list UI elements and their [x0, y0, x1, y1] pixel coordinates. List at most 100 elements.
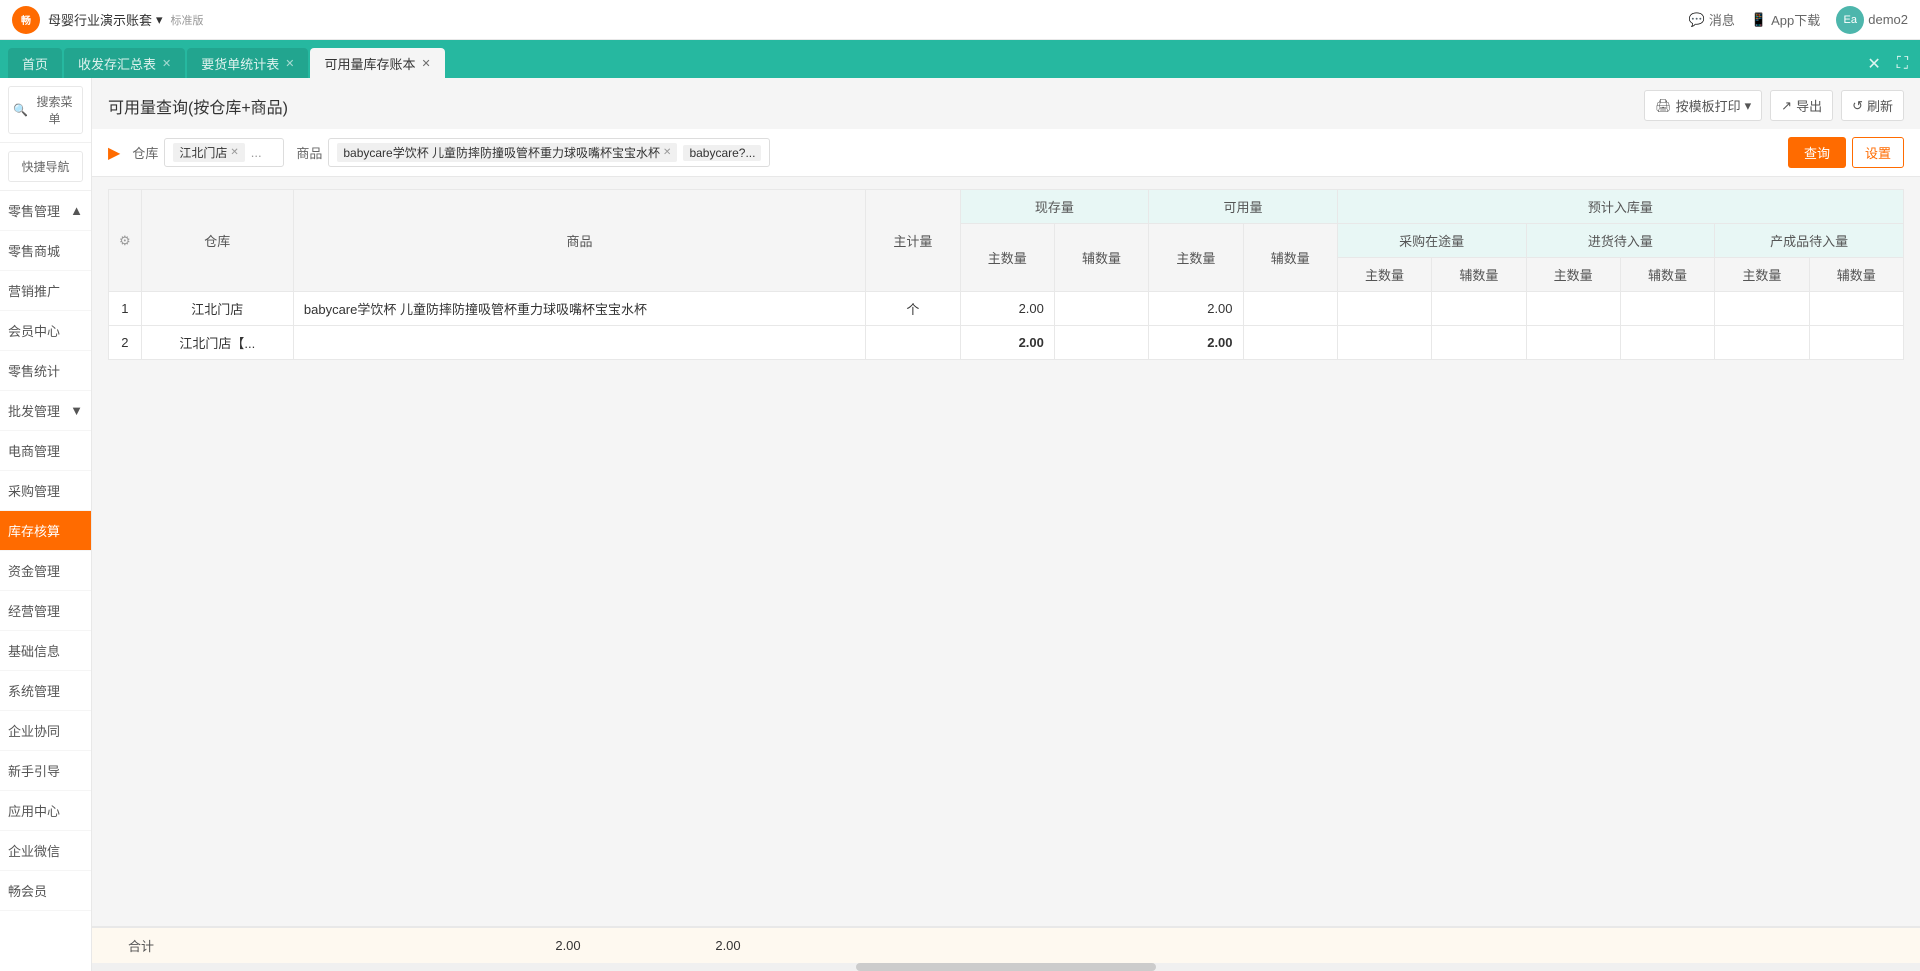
sidebar-item-retail-store[interactable]: 零售商城	[0, 231, 91, 271]
sidebar-item-wholesale[interactable]: 批发管理 ▼	[0, 391, 91, 431]
product-tag-1-close[interactable]: ✕	[663, 147, 671, 158]
sidebar-item-basic-info-label: 基础信息	[8, 641, 60, 660]
product-input[interactable]: babycare学饮杯 儿童防摔防撞吸管杯重力球吸嘴杯宝宝水杯 ✕ babyca…	[328, 138, 770, 167]
col-stock-group-header: 现存量	[960, 190, 1149, 224]
tab-receipt-summary[interactable]: 收发存汇总表 ✕	[64, 48, 185, 78]
col-available-aux-header: 辅数量	[1243, 224, 1337, 292]
filter-actions: 查询 设置	[1788, 137, 1904, 168]
row2-production-main	[1715, 326, 1809, 360]
top-bar-sublabel: 标准版	[171, 12, 204, 28]
app-icon: 📱	[1751, 12, 1767, 28]
sidebar-nav-btn[interactable]: 快捷导航	[8, 151, 83, 182]
sidebar-item-enterprise-label: 企业协同	[8, 721, 60, 740]
print-btn[interactable]: 🖨 按模板打印 ▾	[1644, 90, 1762, 121]
sidebar-item-marketing-label: 营销推广	[8, 281, 60, 300]
sidebar-item-system[interactable]: 系统管理	[0, 671, 91, 711]
sidebar-item-purchase[interactable]: 采购管理	[0, 471, 91, 511]
row1-available-main: 2.00	[1149, 292, 1243, 326]
col-production-group-header: 产成品待入量	[1715, 224, 1904, 258]
row2-purchase-aux	[1432, 326, 1526, 360]
tab-order-stats[interactable]: 要货单统计表 ✕	[187, 48, 308, 78]
query-btn[interactable]: 查询	[1788, 137, 1846, 168]
sidebar-item-app-center[interactable]: 应用中心	[0, 791, 91, 831]
product-label: 商品	[296, 143, 322, 162]
user-menu[interactable]: Ea demo2	[1836, 6, 1908, 34]
tab-order-stats-close[interactable]: ✕	[285, 57, 294, 70]
col-incoming-main-header: 主数量	[1526, 258, 1620, 292]
row1-product: babycare学饮杯 儿童防摔防撞吸管杯重力球吸嘴杯宝宝水杯	[293, 292, 865, 326]
sidebar-item-retail-stats[interactable]: 零售统计	[0, 351, 91, 391]
sidebar-item-ecommerce[interactable]: 电商管理	[0, 431, 91, 471]
row2-incoming-aux	[1620, 326, 1714, 360]
warehouse-more[interactable]: ...	[251, 145, 262, 160]
col-stock-main-header: 主数量	[960, 224, 1054, 292]
sidebar-item-newbie[interactable]: 新手引导	[0, 751, 91, 791]
product-tag-2: babycare?...	[683, 145, 761, 161]
tab-receipt-summary-close[interactable]: ✕	[162, 57, 171, 70]
col-main-unit-header: 主计量	[866, 190, 960, 292]
sidebar-item-marketing[interactable]: 营销推广	[0, 271, 91, 311]
warehouse-tag-text: 江北门店	[179, 144, 227, 161]
col-settings-icon[interactable]: ⚙	[119, 233, 131, 248]
app-download-btn[interactable]: 📱 App下载	[1751, 10, 1820, 29]
sidebar-search-btn[interactable]: 🔍 搜索菜单	[8, 86, 83, 134]
filter-toggle-btn[interactable]: ▶	[108, 143, 120, 163]
export-btn[interactable]: ↗ 导出	[1770, 90, 1833, 121]
horizontal-scrollbar[interactable]	[92, 963, 1920, 971]
settings-btn[interactable]: 设置	[1852, 137, 1904, 168]
sidebar-item-finance[interactable]: 资金管理	[0, 551, 91, 591]
warehouse-input[interactable]: 江北门店 ✕ ...	[164, 138, 284, 167]
org-selector[interactable]: 母婴行业演示账套 ▾	[48, 10, 163, 29]
sidebar-item-retail-mgmt[interactable]: 零售管理 ▲	[0, 191, 91, 231]
scrollbar-thumb[interactable]	[856, 963, 1156, 971]
print-label: 按模板打印	[1676, 96, 1741, 115]
row1-warehouse: 江北门店	[141, 292, 293, 326]
sidebar-item-retail-mgmt-label: 零售管理	[8, 201, 60, 220]
col-available-group-header: 可用量	[1149, 190, 1338, 224]
sidebar-item-retail-stats-label: 零售统计	[8, 361, 60, 380]
col-product-header: 商品	[293, 190, 865, 292]
sidebar-item-vip[interactable]: 畅会员	[0, 871, 91, 911]
table-area: ⚙ 仓库 商品 主计量 现存量 可用量 预计入库量 主数量 辅数量 主数量 辅数…	[92, 177, 1920, 926]
row2-production-aux	[1809, 326, 1904, 360]
sidebar-item-wholesale-label: 批发管理	[8, 401, 60, 420]
table-row: 1 江北门店 babycare学饮杯 儿童防摔防撞吸管杯重力球吸嘴杯宝宝水杯 个…	[109, 292, 1904, 326]
org-name: 母婴行业演示账套	[48, 10, 152, 29]
sidebar-search-label: 搜索菜单	[31, 93, 78, 127]
data-table: ⚙ 仓库 商品 主计量 现存量 可用量 预计入库量 主数量 辅数量 主数量 辅数…	[108, 189, 1904, 360]
product-tag-1-text: babycare学饮杯 儿童防摔防撞吸管杯重力球吸嘴杯宝宝水杯	[343, 144, 660, 161]
sidebar-item-retail-store-label: 零售商城	[8, 241, 60, 260]
col-planned-group-header: 预计入库量	[1337, 190, 1903, 224]
sidebar-item-operations-label: 经营管理	[8, 601, 60, 620]
tab-home[interactable]: 首页	[8, 48, 62, 78]
tab-available-stock-close[interactable]: ✕	[422, 57, 431, 70]
row2-incoming-main	[1526, 326, 1620, 360]
row1-available-aux	[1243, 292, 1337, 326]
sidebar-nav-label: 快捷导航	[21, 160, 69, 174]
sidebar-item-member[interactable]: 会员中心	[0, 311, 91, 351]
tab-available-stock[interactable]: 可用量库存账本 ✕	[310, 48, 444, 78]
warehouse-tag-close[interactable]: ✕	[230, 147, 238, 158]
tab-close-all-btn[interactable]: ✕	[1863, 50, 1884, 78]
sidebar-item-enterprise[interactable]: 企业协同	[0, 711, 91, 751]
refresh-btn[interactable]: ↺ 刷新	[1841, 90, 1904, 121]
export-icon: ↗	[1781, 98, 1792, 114]
message-btn[interactable]: 💬 消息	[1689, 10, 1735, 29]
content-area: 可用量查询(按仓库+商品) 🖨 按模板打印 ▾ ↗ 导出 ↺ 刷新 ▶	[92, 78, 1920, 971]
sidebar-item-operations[interactable]: 经营管理	[0, 591, 91, 631]
footer-stock-main: 2.00	[528, 938, 608, 953]
sidebar-item-newbie-label: 新手引导	[8, 761, 60, 780]
sidebar-menu: 零售管理 ▲ 零售商城 营销推广 会员中心 零售统计 批发管理 ▼ 电商管理	[0, 191, 91, 911]
tab-bar: 首页 收发存汇总表 ✕ 要货单统计表 ✕ 可用量库存账本 ✕ ✕ ⛶	[0, 40, 1920, 78]
col-incoming-aux-header: 辅数量	[1620, 258, 1714, 292]
row1-stock-main: 2.00	[960, 292, 1054, 326]
sidebar-item-enterprise-wechat[interactable]: 企业微信	[0, 831, 91, 871]
row2-available-main: 2.00	[1149, 326, 1243, 360]
dropdown-icon: ▾	[156, 12, 163, 28]
sidebar-item-basic-info[interactable]: 基础信息	[0, 631, 91, 671]
tab-receipt-summary-label: 收发存汇总表	[78, 54, 156, 73]
sidebar-item-app-center-label: 应用中心	[8, 801, 60, 820]
sidebar-item-inventory[interactable]: 库存核算	[0, 511, 91, 551]
tab-fullscreen-btn[interactable]: ⛶	[1893, 51, 1912, 77]
sidebar-item-retail-mgmt-arrow: ▲	[70, 203, 83, 218]
